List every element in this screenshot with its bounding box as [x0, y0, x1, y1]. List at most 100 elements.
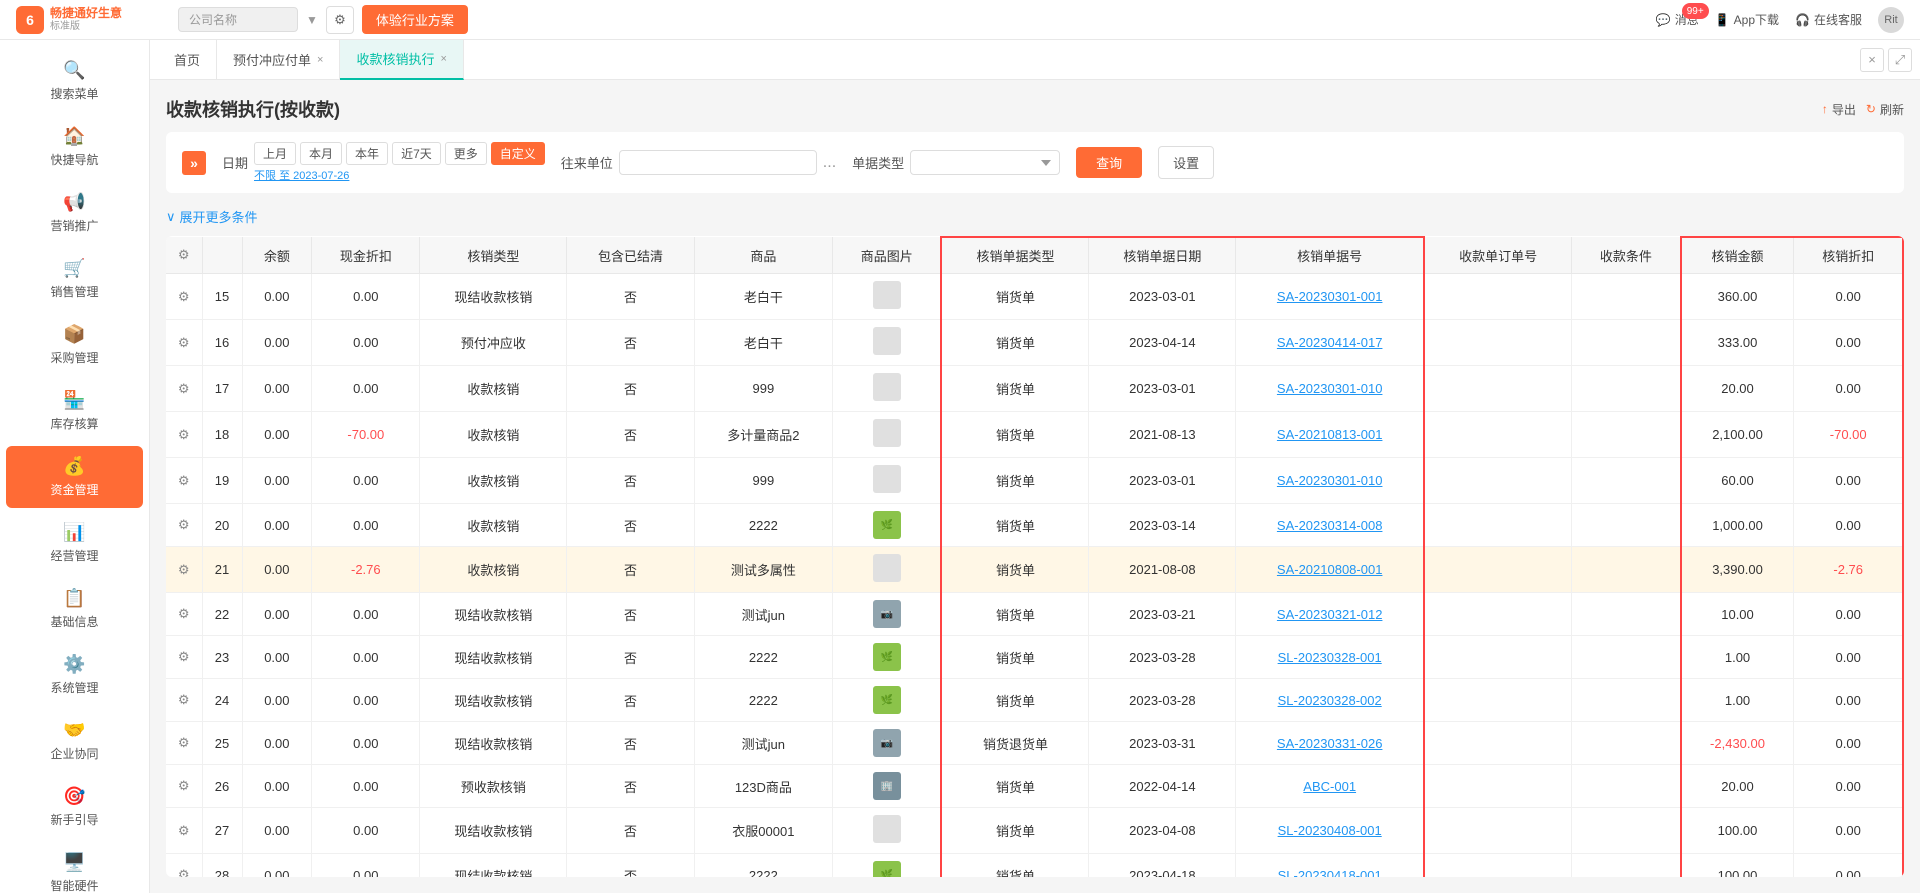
col-gear[interactable]: ⚙: [166, 237, 202, 274]
row-goods-img: [832, 412, 941, 458]
tab-expand[interactable]: ⤢: [1888, 48, 1912, 72]
tab-prepay[interactable]: 预付冲应付单 ×: [217, 40, 340, 80]
filter-toggle[interactable]: »: [182, 151, 206, 175]
sidebar-item-marketing[interactable]: 📢 营销推广: [6, 182, 143, 244]
sidebar-item-management[interactable]: 📊 经营管理: [6, 512, 143, 574]
row-goods-img: 🌿: [832, 679, 941, 722]
filter-dots[interactable]: ...: [823, 154, 836, 172]
online-service-button[interactable]: 🎧 在线客服: [1795, 11, 1862, 28]
row-bill-date: 2021-08-13: [1089, 412, 1236, 458]
row-bill-no[interactable]: SA-20230301-010: [1236, 458, 1424, 504]
row-gear[interactable]: ⚙: [166, 808, 202, 854]
row-amount: 60.00: [1681, 458, 1794, 504]
row-gear[interactable]: ⚙: [166, 765, 202, 808]
col-balance: 余额: [242, 237, 312, 274]
table-row: ⚙ 21 0.00 -2.76 收款核销 否 测试多属性 销货单 2021-08…: [166, 547, 1903, 593]
sidebar-item-basic[interactable]: 📋 基础信息: [6, 578, 143, 640]
tab-home[interactable]: 首页: [158, 40, 217, 80]
sidebar-item-sales[interactable]: 🛒 销售管理: [6, 248, 143, 310]
row-gear[interactable]: ⚙: [166, 458, 202, 504]
sidebar-item-hardware[interactable]: 🖥️ 智能硬件: [6, 842, 143, 893]
row-gear[interactable]: ⚙: [166, 366, 202, 412]
row-gear[interactable]: ⚙: [166, 547, 202, 593]
sidebar-item-finance[interactable]: 💰 资金管理: [6, 446, 143, 508]
from-unit-input[interactable]: [619, 150, 817, 175]
row-gear[interactable]: ⚙: [166, 504, 202, 547]
row-gear[interactable]: ⚙: [166, 274, 202, 320]
company-dropdown-arrow[interactable]: ▼: [306, 13, 318, 27]
date-this-month[interactable]: 本月: [300, 142, 342, 165]
row-goods-img: [832, 808, 941, 854]
row-type: 收款核销: [420, 547, 567, 593]
table-row: ⚙ 22 0.00 0.00 现结收款核销 否 测试jun 📷 销货单 2023…: [166, 593, 1903, 636]
row-bill-no[interactable]: SL-20230418-001: [1236, 854, 1424, 878]
sidebar-item-nav[interactable]: 🏠 快捷导航: [6, 116, 143, 178]
row-type: 收款核销: [420, 458, 567, 504]
row-cash-discount: -2.76: [312, 547, 420, 593]
row-gear[interactable]: ⚙: [166, 854, 202, 878]
row-bill-no[interactable]: SL-20230408-001: [1236, 808, 1424, 854]
sidebar-item-collab[interactable]: 🤝 企业协同: [6, 710, 143, 772]
tab-receipt[interactable]: 收款核销执行 ×: [340, 40, 463, 80]
row-bill-type: 销货单: [941, 504, 1089, 547]
row-gear[interactable]: ⚙: [166, 722, 202, 765]
row-include-settled: 否: [567, 366, 695, 412]
row-gear[interactable]: ⚙: [166, 593, 202, 636]
row-bill-no[interactable]: SA-20210813-001: [1236, 412, 1424, 458]
row-bill-no[interactable]: ABC-001: [1236, 765, 1424, 808]
row-bill-no[interactable]: SA-20210808-001: [1236, 547, 1424, 593]
date-last-month[interactable]: 上月: [254, 142, 296, 165]
settings-icon[interactable]: ⚙: [326, 6, 354, 34]
row-receipt-condition: [1572, 547, 1681, 593]
row-type: 现结收款核销: [420, 636, 567, 679]
row-bill-no[interactable]: SA-20230314-008: [1236, 504, 1424, 547]
service-icon: 🎧: [1795, 13, 1810, 27]
tab-close-all[interactable]: ×: [1860, 48, 1884, 72]
sidebar-item-purchase[interactable]: 📦 采购管理: [6, 314, 143, 376]
row-bill-type: 销货单: [941, 458, 1089, 504]
row-goods-img: 📷: [832, 722, 941, 765]
goods-thumbnail: [873, 281, 901, 309]
row-bill-no[interactable]: SL-20230328-001: [1236, 636, 1424, 679]
sidebar-item-inventory[interactable]: 🏪 库存核算: [6, 380, 143, 442]
top-bar-right: 💬 消息 99+ 📱 App下载 🎧 在线客服 Rit: [1656, 7, 1904, 33]
user-avatar[interactable]: Rit: [1878, 7, 1904, 33]
trial-button[interactable]: 体验行业方案: [362, 5, 468, 34]
sidebar-item-search[interactable]: 🔍 搜索菜单: [6, 50, 143, 112]
export-button[interactable]: ↑ 导出: [1822, 101, 1856, 118]
query-button[interactable]: 查询: [1076, 147, 1142, 178]
table-container[interactable]: ⚙ 余额 现金折扣 核销类型 包含已结清 商品 商品图片 核销单据类型 核销单据…: [166, 236, 1904, 877]
date-custom[interactable]: 自定义: [491, 142, 545, 165]
settings-button[interactable]: 设置: [1158, 146, 1214, 179]
message-badge: 99+: [1682, 3, 1709, 19]
row-bill-no[interactable]: SA-20230301-010: [1236, 366, 1424, 412]
date-7days[interactable]: 近7天: [392, 142, 441, 165]
date-range-link[interactable]: 不限 至 2023-07-26: [254, 170, 349, 182]
tab-prepay-label: 预付冲应付单: [233, 50, 311, 69]
date-more[interactable]: 更多: [445, 142, 487, 165]
row-bill-no[interactable]: SA-20230414-017: [1236, 320, 1424, 366]
row-bill-date: 2023-03-31: [1089, 722, 1236, 765]
expand-more[interactable]: ∨ 展开更多条件: [166, 207, 1904, 226]
row-bill-no[interactable]: SA-20230301-001: [1236, 274, 1424, 320]
row-bill-no[interactable]: SA-20230331-026: [1236, 722, 1424, 765]
app-download-button[interactable]: 📱 App下载: [1715, 11, 1779, 28]
row-seq: 27: [202, 808, 242, 854]
row-gear[interactable]: ⚙: [166, 412, 202, 458]
row-bill-no[interactable]: SA-20230321-012: [1236, 593, 1424, 636]
row-discount: -2.76: [1794, 547, 1903, 593]
company-selector[interactable]: 公司名称: [178, 7, 298, 32]
row-bill-no[interactable]: SL-20230328-002: [1236, 679, 1424, 722]
bill-type-select[interactable]: [910, 150, 1060, 175]
tab-receipt-close[interactable]: ×: [440, 53, 446, 65]
message-button[interactable]: 💬 消息 99+: [1656, 11, 1699, 28]
date-this-year[interactable]: 本年: [346, 142, 388, 165]
row-cash-discount: 0.00: [312, 274, 420, 320]
row-gear[interactable]: ⚙: [166, 320, 202, 366]
row-gear[interactable]: ⚙: [166, 636, 202, 679]
tab-prepay-close[interactable]: ×: [317, 54, 323, 66]
row-gear[interactable]: ⚙: [166, 679, 202, 722]
refresh-button[interactable]: ↻ 刷新: [1866, 101, 1904, 118]
sidebar-item-guide[interactable]: 🎯 新手引导: [6, 776, 143, 838]
sidebar-item-system[interactable]: ⚙️ 系统管理: [6, 644, 143, 706]
